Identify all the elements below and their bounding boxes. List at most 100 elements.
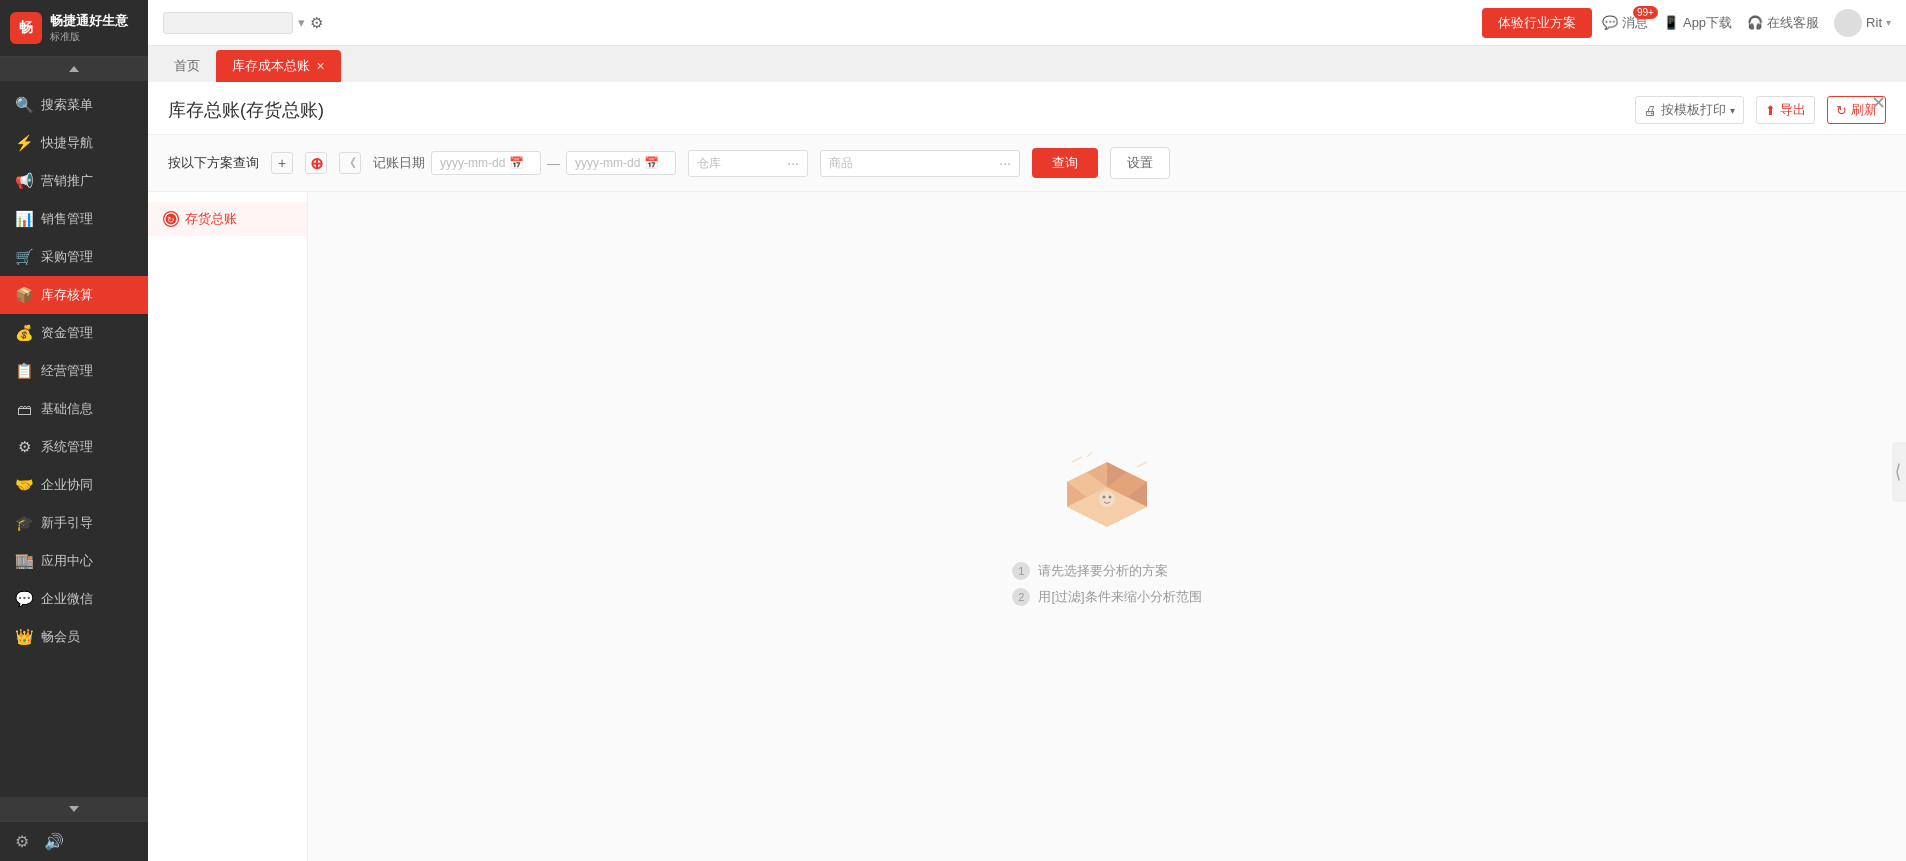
- header-right: 💬 消息 99+ 📱 App下载 🎧 在线客服 Rit ▾: [1602, 9, 1891, 37]
- empty-state: 1 请先选择要分析的方案 2 用[过滤]条件来缩小分析范围: [308, 192, 1906, 861]
- print-btn[interactable]: 🖨 按模板打印 ▾: [1635, 96, 1744, 124]
- tab-close-icon[interactable]: ✕: [316, 60, 325, 73]
- sidebar-footer: ⚙ 🔊: [0, 821, 148, 861]
- export-btn[interactable]: ⬆ 导出: [1756, 96, 1815, 124]
- refresh-icon: ↻: [1836, 103, 1847, 118]
- basic-icon: 🗃: [15, 400, 33, 418]
- svg-point-8: [1103, 496, 1106, 499]
- sidebar-item-vip[interactable]: 👑 畅会员: [0, 618, 148, 656]
- goods-label: 商品: [829, 155, 853, 172]
- tab-bar: 首页 库存成本总账 ✕: [148, 46, 1906, 82]
- sidebar-item-newbie[interactable]: 🎓 新手引导: [0, 504, 148, 542]
- right-panel-toggle[interactable]: [1892, 442, 1906, 502]
- finance-icon: 💰: [15, 324, 33, 342]
- sidebar-item-finance[interactable]: 💰 资金管理: [0, 314, 148, 352]
- date-filter-group: 记账日期 yyyy-mm-dd 📅 — yyyy-mm-dd 📅: [373, 151, 676, 175]
- phone-icon: 📱: [1663, 15, 1679, 30]
- export-icon: ⬆: [1765, 103, 1776, 118]
- user-name: Rit: [1866, 15, 1882, 30]
- operation-icon: 📋: [15, 362, 33, 380]
- empty-text: 1 请先选择要分析的方案 2 用[过滤]条件来缩小分析范围: [1012, 562, 1201, 606]
- date-end-input[interactable]: yyyy-mm-dd 📅: [566, 151, 676, 175]
- messages-btn[interactable]: 💬 消息 99+: [1602, 14, 1648, 32]
- trial-btn[interactable]: 体验行业方案: [1482, 8, 1592, 38]
- goods-more-icon: ···: [999, 155, 1011, 171]
- empty-tip-2: 2 用[过滤]条件来缩小分析范围: [1012, 588, 1201, 606]
- panel-close-btn[interactable]: ✕: [1871, 92, 1886, 114]
- scheme-active-icon: ↻: [163, 211, 179, 227]
- app-logo-icon: 畅: [10, 12, 42, 44]
- sidebar-item-marketing[interactable]: 📢 营销推广: [0, 162, 148, 200]
- content-split: ↻ 存货总账: [148, 192, 1906, 861]
- date-start-input[interactable]: yyyy-mm-dd 📅: [431, 151, 541, 175]
- shortcut-icon: ⚡: [15, 134, 33, 152]
- sidebar: 畅 畅捷通好生意 标准版 🔍 搜索菜单 ⚡ 快捷导航 📢 营销推广 📊 销售管理…: [0, 0, 148, 861]
- app-download-btn[interactable]: 📱 App下载: [1663, 14, 1732, 32]
- inventory-icon: 📦: [15, 286, 33, 304]
- purchase-icon: 🛒: [15, 248, 33, 266]
- sidebar-item-system[interactable]: ⚙ 系统管理: [0, 428, 148, 466]
- page-actions: 🖨 按模板打印 ▾ ⬆ 导出 ↻ 刷新: [1635, 96, 1886, 124]
- enterprise-icon: 🤝: [15, 476, 33, 494]
- calendar-start-icon[interactable]: 📅: [509, 156, 524, 170]
- appstore-icon: 🏬: [15, 552, 33, 570]
- sidebar-item-enterprise[interactable]: 🤝 企业协同: [0, 466, 148, 504]
- message-icon: 💬: [1602, 15, 1618, 30]
- print-chevron-icon: ▾: [1730, 105, 1735, 116]
- svg-line-10: [1072, 457, 1082, 462]
- warehouse-select[interactable]: 仓库 ···: [688, 150, 808, 177]
- date-label: 记账日期: [373, 154, 425, 172]
- system-icon: ⚙: [15, 438, 33, 456]
- header-settings-icon[interactable]: ⚙: [310, 14, 323, 32]
- user-chevron-icon: ▾: [1886, 17, 1891, 28]
- sidebar-item-shortcut[interactable]: ⚡ 快捷导航: [0, 124, 148, 162]
- warehouse-label: 仓库: [697, 155, 721, 172]
- user-avatar: [1834, 9, 1862, 37]
- tab-home[interactable]: 首页: [158, 50, 216, 82]
- date-separator: —: [547, 156, 560, 171]
- marketing-icon: 📢: [15, 172, 33, 190]
- breadcrumb-chevron-icon[interactable]: ▾: [298, 15, 305, 30]
- page-title: 库存总账(存货总账): [168, 98, 324, 122]
- filter-add-btn[interactable]: +: [271, 152, 293, 174]
- scheme-selector: ↻ 存货总账: [148, 192, 308, 861]
- filter-more-btn[interactable]: ⊕: [305, 152, 327, 174]
- sidebar-item-wechat[interactable]: 💬 企业微信: [0, 580, 148, 618]
- sidebar-item-basic[interactable]: 🗃 基础信息: [0, 390, 148, 428]
- sidebar-item-search[interactable]: 🔍 搜索菜单: [0, 86, 148, 124]
- user-menu[interactable]: Rit ▾: [1834, 9, 1891, 37]
- warehouse-more-icon: ···: [787, 155, 799, 171]
- app-logo-text: 畅捷通好生意 标准版: [50, 13, 128, 43]
- sidebar-item-operation[interactable]: 📋 经营管理: [0, 352, 148, 390]
- messages-badge: 99+: [1633, 6, 1658, 19]
- goods-select[interactable]: 商品 ···: [820, 150, 1020, 177]
- filter-collapse-btn[interactable]: 《: [339, 152, 361, 174]
- newbie-icon: 🎓: [15, 514, 33, 532]
- vip-icon: 👑: [15, 628, 33, 646]
- search-btn[interactable]: 查询: [1032, 148, 1098, 178]
- scheme-item-inventory[interactable]: ↻ 存货总账: [148, 202, 307, 236]
- sales-icon: 📊: [15, 210, 33, 228]
- filter-label: 按以下方案查询: [168, 154, 259, 172]
- svg-point-9: [1109, 496, 1112, 499]
- online-service-btn[interactable]: 🎧 在线客服: [1747, 14, 1819, 32]
- sidebar-scroll-down[interactable]: [0, 797, 148, 821]
- svg-line-12: [1137, 462, 1147, 467]
- filter-bar: 按以下方案查询 + ⊕ 《 记账日期 yyyy-mm-dd 📅 — yyyy-m…: [148, 135, 1906, 192]
- sidebar-item-sales[interactable]: 📊 销售管理: [0, 200, 148, 238]
- empty-tip-1: 1 请先选择要分析的方案: [1012, 562, 1201, 580]
- sidebar-item-purchase[interactable]: 🛒 采购管理: [0, 238, 148, 276]
- tab-inventory-cost[interactable]: 库存成本总账 ✕: [216, 50, 341, 82]
- calendar-end-icon[interactable]: 📅: [644, 156, 659, 170]
- sidebar-item-appstore[interactable]: 🏬 应用中心: [0, 542, 148, 580]
- footer-speaker-icon[interactable]: 🔊: [44, 832, 64, 851]
- search-icon: 🔍: [15, 96, 33, 114]
- footer-settings-icon[interactable]: ⚙: [15, 832, 29, 851]
- breadcrumb-input[interactable]: [163, 12, 293, 34]
- main-area: ▾ ⚙ 体验行业方案 💬 消息 99+ 📱 App下载 🎧 在线客服 Rit ▾: [148, 0, 1906, 861]
- sidebar-item-inventory[interactable]: 📦 库存核算: [0, 276, 148, 314]
- sidebar-menu: 🔍 搜索菜单 ⚡ 快捷导航 📢 营销推广 📊 销售管理 🛒 采购管理 📦 库存核…: [0, 81, 148, 797]
- settings-right-btn[interactable]: 设置: [1110, 147, 1170, 179]
- date-start-placeholder: yyyy-mm-dd: [440, 156, 505, 170]
- sidebar-scroll-up[interactable]: [0, 57, 148, 81]
